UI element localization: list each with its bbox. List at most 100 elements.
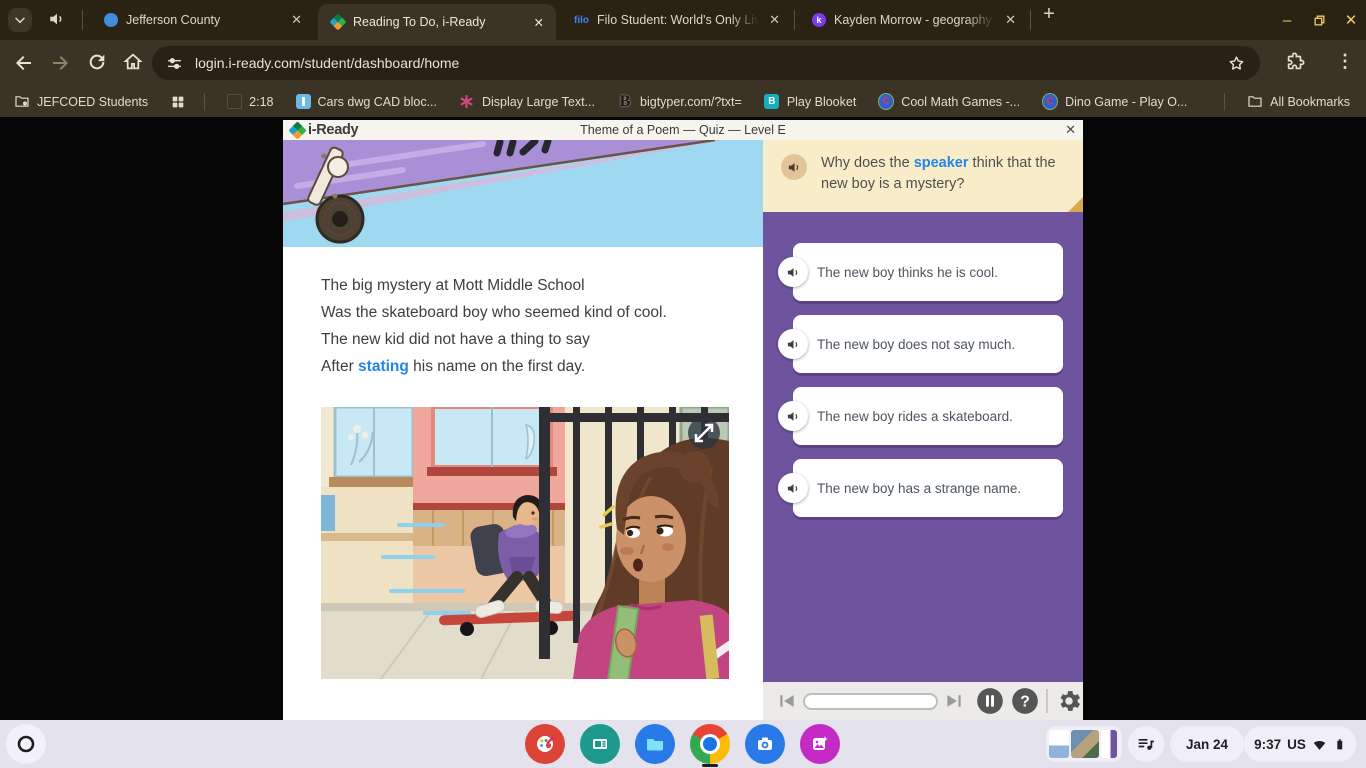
bookmark-star-icon[interactable] bbox=[1227, 54, 1246, 73]
launcher-button[interactable] bbox=[6, 724, 46, 764]
answer-text[interactable]: The new boy thinks he is cool. bbox=[793, 243, 1063, 301]
battery-icon bbox=[1337, 738, 1343, 749]
bookmark-apps-grid[interactable] bbox=[170, 94, 186, 110]
launcher-ring-icon bbox=[17, 735, 35, 753]
tab-close-icon[interactable]: ✕ bbox=[534, 15, 544, 30]
canvas-app-icon[interactable] bbox=[525, 724, 565, 764]
generic-favicon-icon bbox=[227, 94, 243, 109]
tab-kayden-morrow[interactable]: k Kayden Morrow - geography of ✕ bbox=[800, 0, 1026, 40]
quiz-footer-toolbar: ? bbox=[763, 682, 1083, 720]
bookmark-play-blooket[interactable]: B Play Blooket bbox=[764, 94, 856, 110]
status-tray[interactable]: 9:37 US bbox=[1244, 726, 1356, 762]
answer-option-1[interactable]: The new boy thinks he is cool. bbox=[778, 243, 1063, 301]
answer-option-3[interactable]: The new boy rides a skateboard. bbox=[778, 387, 1063, 445]
managed-folder-icon bbox=[14, 94, 30, 110]
news-app-icon[interactable] bbox=[580, 724, 620, 764]
pause-button[interactable] bbox=[976, 687, 1004, 715]
bookmark-cars-cad[interactable]: Cars dwg CAD bloc... bbox=[295, 94, 437, 109]
wifi-icon bbox=[1313, 740, 1326, 750]
bookmark-timestamp[interactable]: 2:18 bbox=[227, 94, 274, 109]
bookmark-label: JEFCOED Students bbox=[37, 94, 149, 109]
tab-separator bbox=[1030, 10, 1031, 30]
skip-back-button[interactable] bbox=[777, 691, 797, 711]
answer-option-2[interactable]: The new boy does not say much. bbox=[778, 315, 1063, 373]
window-minimize-button[interactable]: – bbox=[1276, 10, 1298, 30]
answer-audio-button[interactable] bbox=[778, 401, 808, 431]
forward-button[interactable] bbox=[48, 51, 72, 75]
extensions-button[interactable] bbox=[1284, 51, 1306, 73]
tab-title: Kayden Morrow - geography of bbox=[834, 13, 996, 27]
speaker-icon bbox=[787, 483, 797, 493]
speaker-icon bbox=[787, 411, 797, 421]
media-controls-button[interactable] bbox=[1128, 726, 1164, 762]
tab-iready-active[interactable]: Reading To Do, i-Ready ✕ bbox=[318, 4, 556, 40]
back-button[interactable] bbox=[12, 51, 36, 75]
tab-title: Jefferson County bbox=[126, 13, 221, 27]
vocab-link-stating[interactable]: stating bbox=[358, 358, 409, 375]
question-box: Why does the speaker think that the new … bbox=[763, 140, 1083, 212]
vocab-link-speaker[interactable]: speaker bbox=[914, 155, 969, 171]
bookmark-label: All Bookmarks bbox=[1270, 94, 1350, 109]
tab-strip: Jefferson County ✕ Reading To Do, i-Read… bbox=[0, 0, 1366, 40]
answer-audio-button[interactable] bbox=[778, 329, 808, 359]
chromeos-shelf: Jan 24 9:37 US bbox=[0, 720, 1366, 768]
speaker-icon bbox=[787, 267, 797, 277]
bookmark-display-large-text[interactable]: Display Large Text... bbox=[459, 94, 595, 110]
tab-close-icon[interactable]: ✕ bbox=[1005, 12, 1016, 28]
tab-close-icon[interactable]: ✕ bbox=[769, 12, 780, 28]
answer-option-4[interactable]: The new boy has a strange name. bbox=[778, 459, 1063, 517]
answer-audio-button[interactable] bbox=[778, 473, 808, 503]
cars-favicon-icon bbox=[295, 94, 311, 109]
page-fold bbox=[1068, 197, 1083, 212]
answer-audio-button[interactable] bbox=[778, 257, 808, 287]
tab-filo-student[interactable]: filo Filo Student: World's Only Live I ✕ bbox=[562, 0, 790, 40]
bookmark-label: Cool Math Games -... bbox=[901, 94, 1021, 109]
audio-progress-bar[interactable] bbox=[803, 692, 939, 710]
iready-pinwheel-icon bbox=[288, 120, 307, 140]
folder-icon bbox=[1247, 94, 1263, 110]
home-button[interactable] bbox=[122, 51, 146, 75]
tab-title: Filo Student: World's Only Live I bbox=[597, 13, 760, 27]
chrome-app-icon[interactable] bbox=[690, 724, 730, 764]
browser-menu-button[interactable]: ⋮ bbox=[1336, 51, 1354, 72]
address-bar[interactable]: login.i-ready.com/student/dashboard/home bbox=[152, 46, 1260, 80]
shelf-time: 9:37 bbox=[1254, 736, 1282, 752]
bookmark-bigtyper[interactable]: B bigtyper.com/?txt= bbox=[617, 93, 742, 110]
apps-grid-icon bbox=[170, 94, 186, 110]
answer-text[interactable]: The new boy has a strange name. bbox=[793, 459, 1063, 517]
bookmark-dino-game[interactable]: C Dino Game - Play O... bbox=[1042, 93, 1187, 110]
bookmark-cool-math-games[interactable]: C Cool Math Games -... bbox=[878, 93, 1021, 110]
tab-jefferson-county[interactable]: Jefferson County ✕ bbox=[92, 0, 312, 40]
answer-text[interactable]: The new boy rides a skateboard. bbox=[793, 387, 1063, 445]
question-audio-button[interactable] bbox=[781, 154, 807, 180]
poem-line: The big mystery at Mott Middle School bbox=[321, 277, 585, 294]
question-text: Why does the speaker think that the new … bbox=[821, 155, 1056, 192]
tab-search-button[interactable] bbox=[8, 8, 32, 32]
bookmark-label: Display Large Text... bbox=[481, 94, 596, 109]
answer-text[interactable]: The new boy does not say much. bbox=[793, 315, 1063, 373]
coolmath-favicon-icon: C bbox=[1042, 93, 1059, 110]
window-previews[interactable] bbox=[1046, 726, 1122, 762]
skip-forward-button[interactable] bbox=[944, 691, 964, 711]
calendar-date-button[interactable]: Jan 24 bbox=[1170, 726, 1245, 762]
window-restore-button[interactable] bbox=[1308, 10, 1330, 30]
bookmark-jefcoed-students[interactable]: JEFCOED Students bbox=[14, 94, 148, 110]
tab-close-icon[interactable]: ✕ bbox=[291, 12, 302, 28]
tab-audio-icon[interactable] bbox=[48, 10, 66, 28]
camera-app-icon[interactable] bbox=[745, 724, 785, 764]
svg-text:?: ? bbox=[1020, 694, 1030, 711]
url-text[interactable]: login.i-ready.com/student/dashboard/home bbox=[195, 55, 1227, 71]
browser-content: i-Ready Theme of a Poem — Quiz — Level E… bbox=[0, 117, 1366, 720]
gallery-app-icon[interactable] bbox=[800, 724, 840, 764]
site-settings-icon[interactable] bbox=[166, 55, 183, 72]
all-bookmarks-button[interactable]: All Bookmarks bbox=[1247, 94, 1350, 110]
window-close-button[interactable]: ✕ bbox=[1340, 10, 1362, 30]
help-button[interactable]: ? bbox=[1011, 687, 1039, 715]
active-app-indicator bbox=[702, 764, 718, 767]
quiz-close-button[interactable]: ✕ bbox=[1065, 122, 1076, 138]
speaker-icon bbox=[787, 339, 797, 349]
settings-gear-button[interactable] bbox=[1055, 687, 1083, 715]
reload-button[interactable] bbox=[86, 51, 110, 75]
new-tab-button[interactable]: + bbox=[1038, 3, 1060, 25]
files-app-icon[interactable] bbox=[635, 724, 675, 764]
